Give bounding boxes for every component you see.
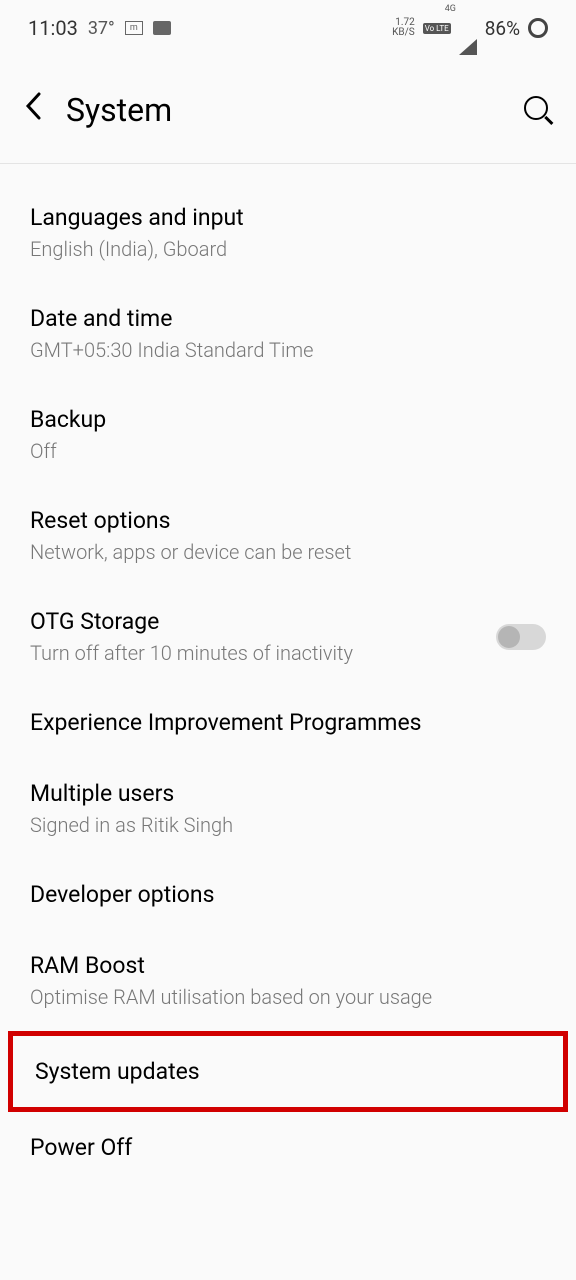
setting-languages-input[interactable]: Languages and input English (India), Gbo… (30, 182, 546, 283)
setting-subtitle: Turn off after 10 minutes of inactivity (30, 641, 496, 665)
status-left: 11:03 37° m (28, 16, 171, 40)
setting-title: Reset options (30, 507, 546, 534)
gallery-icon (153, 21, 171, 35)
setting-developer-options[interactable]: Developer options (30, 859, 546, 930)
setting-multiple-users[interactable]: Multiple users Signed in as Ritik Singh (30, 758, 546, 859)
setting-subtitle: Optimise RAM utilisation based on your u… (30, 985, 546, 1009)
setting-title: Developer options (30, 881, 546, 908)
setting-otg-storage[interactable]: OTG Storage Turn off after 10 minutes of… (30, 586, 546, 687)
setting-subtitle: Signed in as Ritik Singh (30, 813, 546, 837)
setting-subtitle: English (India), Gboard (30, 237, 546, 261)
setting-experience-improvement[interactable]: Experience Improvement Programmes (30, 687, 546, 758)
setting-title: Date and time (30, 305, 546, 332)
search-icon[interactable] (524, 96, 552, 124)
battery-ring-icon (528, 18, 548, 38)
miui-icon: m (125, 21, 143, 35)
status-time: 11:03 (28, 16, 78, 40)
status-right: 1.72 KB/S Vo LTE 4G 86% (392, 17, 548, 40)
setting-title: Experience Improvement Programmes (30, 709, 546, 736)
setting-title: OTG Storage (30, 608, 496, 635)
setting-date-time[interactable]: Date and time GMT+05:30 India Standard T… (30, 283, 546, 384)
setting-title: Languages and input (30, 204, 546, 231)
setting-reset-options[interactable]: Reset options Network, apps or device ca… (30, 485, 546, 586)
setting-subtitle: Off (30, 439, 546, 463)
network-speed: 1.72 KB/S (392, 18, 415, 38)
status-bar: 11:03 37° m 1.72 KB/S Vo LTE 4G 86% (0, 0, 576, 56)
setting-subtitle: Network, apps or device can be reset (30, 540, 546, 564)
setting-system-updates[interactable]: System updates (8, 1031, 568, 1112)
setting-ram-boost[interactable]: RAM Boost Optimise RAM utilisation based… (30, 930, 546, 1031)
page-header: System (0, 56, 576, 164)
setting-title: Multiple users (30, 780, 546, 807)
setting-title: Backup (30, 406, 546, 433)
setting-backup[interactable]: Backup Off (30, 384, 546, 485)
setting-power-off[interactable]: Power Off (30, 1112, 546, 1183)
settings-list: Languages and input English (India), Gbo… (0, 164, 576, 1183)
otg-toggle[interactable] (496, 624, 546, 650)
setting-title: System updates (35, 1058, 541, 1085)
back-icon[interactable] (24, 91, 42, 129)
volte-icon: Vo LTE (423, 23, 451, 34)
status-temperature: 37° (88, 18, 115, 39)
signal-icon (459, 18, 477, 55)
setting-subtitle: GMT+05:30 India Standard Time (30, 338, 546, 362)
setting-title: Power Off (30, 1134, 546, 1161)
setting-title: RAM Boost (30, 952, 546, 979)
page-title: System (66, 91, 500, 129)
battery-percent: 86% (485, 17, 520, 40)
network-gen: 4G (445, 4, 456, 14)
